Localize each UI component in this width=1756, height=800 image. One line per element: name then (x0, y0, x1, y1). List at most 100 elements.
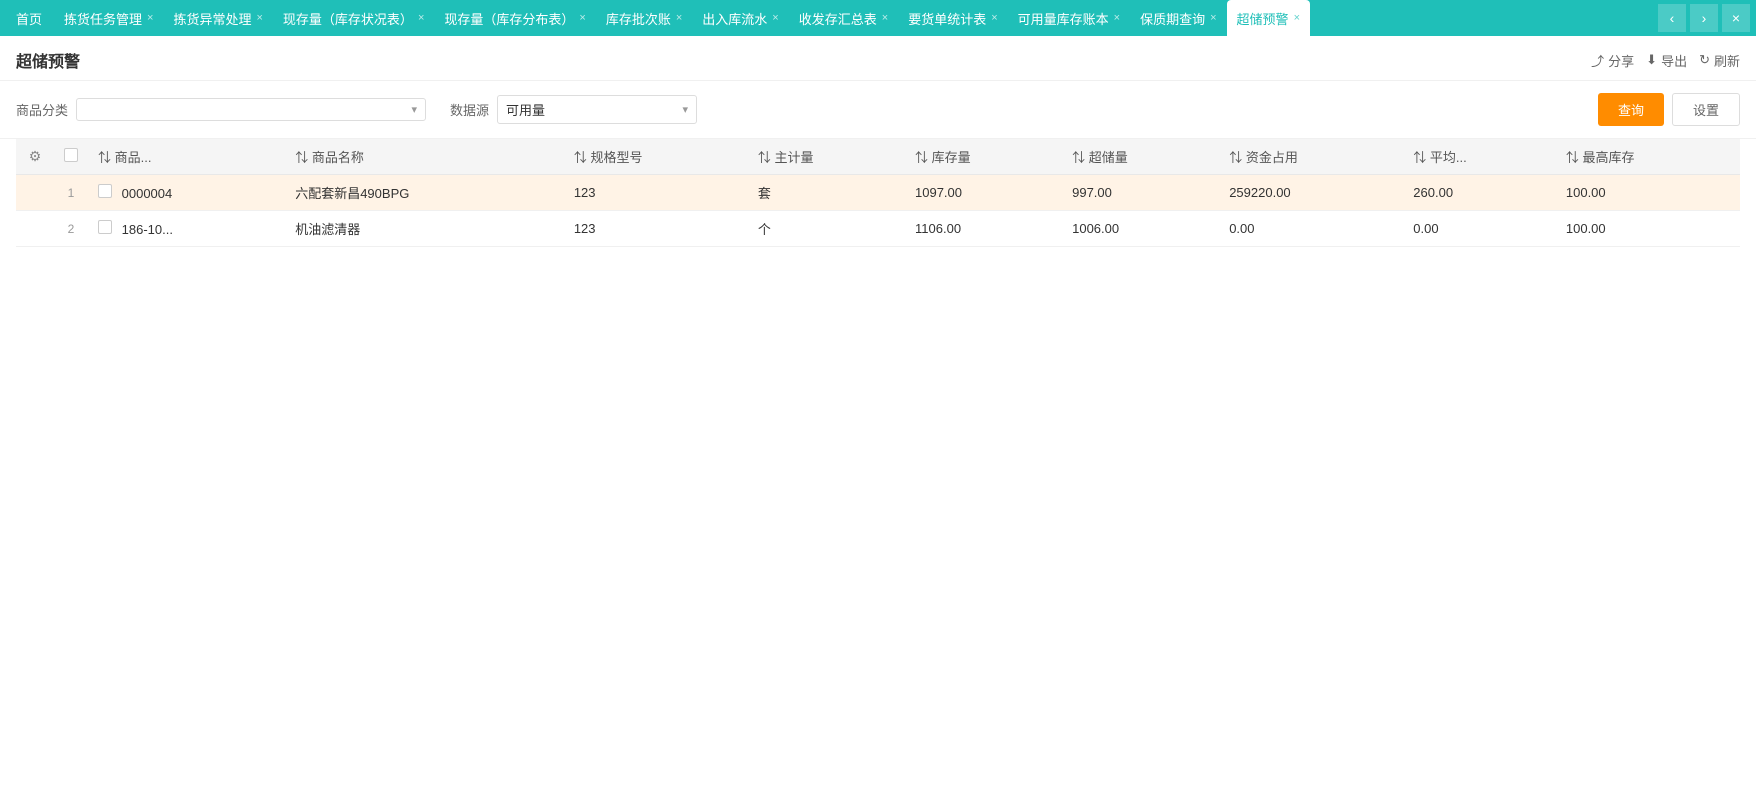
th-unit-sort: ⇅ (758, 150, 775, 165)
nav-tab-close-6[interactable]: × (882, 12, 888, 24)
row-checkbox-1: 186-10... (88, 211, 285, 247)
row-avg-0: 260.00 (1403, 175, 1556, 211)
nav-tab-close-1[interactable]: × (256, 12, 262, 24)
nav-tab-label-8: 可用量库存账本 (1018, 9, 1109, 28)
row-stock-0: 1097.00 (905, 175, 1062, 211)
nav-tab-close-2[interactable]: × (418, 12, 424, 24)
th-capital[interactable]: ⇅ 资金占用 (1219, 139, 1403, 175)
nav-tab-3[interactable]: 现存量（库存分布表） × (434, 0, 595, 36)
nav-arrow-left[interactable]: ‹ (1658, 4, 1686, 32)
nav-tab-label-1: 拣货异常处理 (173, 9, 251, 28)
table-header-row: ⚙ ⇅ 商品... ⇅ 商品名称 ⇅ 规格型号 ⇅ 主计量 (16, 139, 1740, 175)
row-checkbox-0: 0000004 (88, 175, 285, 211)
th-max-stock-sort: ⇅ (1566, 150, 1583, 165)
nav-tab-7[interactable]: 要货单统计表 × (898, 0, 1007, 36)
nav-tab-9[interactable]: 保质期查询 × (1130, 0, 1226, 36)
nav-tab-1[interactable]: 拣货异常处理 × (163, 0, 272, 36)
th-spec[interactable]: ⇅ 规格型号 (564, 139, 748, 175)
row-index-0: 1 (54, 175, 88, 211)
row-unit-0: 套 (748, 175, 905, 211)
th-max-stock[interactable]: ⇅ 最高库存 (1556, 139, 1740, 175)
row-spec-0: 123 (564, 175, 748, 211)
row-capital-0: 259220.00 (1219, 175, 1403, 211)
datasource-value: 可用量 (506, 100, 545, 119)
refresh-icon: ↻ (1699, 52, 1710, 68)
th-capital-sort: ⇅ (1229, 150, 1246, 165)
page-header: 超储预警 ⤴ 分享 ⬇ 导出 ↻ 刷新 (0, 36, 1756, 81)
nav-tab-close-0[interactable]: × (147, 12, 153, 24)
table-body: 1 0000004 六配套新昌490BPG 123 套 1097.00 997.… (16, 175, 1740, 247)
nav-tab-4[interactable]: 库存批次账 × (596, 0, 692, 36)
row-settings-0 (16, 175, 54, 211)
export-label: 导出 (1661, 51, 1687, 70)
th-product-name-sort: ⇅ (295, 150, 312, 165)
nav-tab-close-4[interactable]: × (676, 12, 682, 24)
settings-button[interactable]: 设置 (1672, 93, 1740, 126)
nav-tab-6[interactable]: 收发存汇总表 × (789, 0, 898, 36)
nav-arrow-right[interactable]: › (1690, 4, 1718, 32)
nav-tab-close-5[interactable]: × (772, 12, 778, 24)
row-product-name-0: 六配套新昌490BPG (285, 175, 564, 211)
th-product-code[interactable]: ⇅ 商品... (88, 139, 285, 175)
nav-tab-close-8[interactable]: × (1114, 12, 1120, 24)
export-button[interactable]: ⬇ 导出 (1646, 51, 1687, 70)
chevron-down-icon-2: ▾ (683, 103, 689, 116)
nav-tab-8[interactable]: 可用量库存账本 × (1008, 0, 1130, 36)
nav-tab-label-3: 现存量（库存分布表） (444, 9, 574, 28)
row-product-name-1: 机油滤清器 (285, 211, 564, 247)
query-button[interactable]: 查询 (1598, 93, 1664, 126)
nav-tab-0[interactable]: 拣货任务管理 × (54, 0, 163, 36)
share-label: 分享 (1608, 51, 1634, 70)
data-table: ⚙ ⇅ 商品... ⇅ 商品名称 ⇅ 规格型号 ⇅ 主计量 (16, 139, 1740, 247)
row-select-checkbox-1[interactable] (98, 220, 112, 234)
table-row: 2 186-10... 机油滤清器 123 个 1106.00 1006.00 … (16, 211, 1740, 247)
nav-tab-label-6: 收发存汇总表 (799, 9, 877, 28)
nav-tab-5[interactable]: 出入库流水 × (692, 0, 788, 36)
th-unit[interactable]: ⇅ 主计量 (748, 139, 905, 175)
nav-tab-2[interactable]: 现存量（库存状况表） × (273, 0, 434, 36)
row-spec-1: 123 (564, 211, 748, 247)
table-row: 1 0000004 六配套新昌490BPG 123 套 1097.00 997.… (16, 175, 1740, 211)
row-select-checkbox-0[interactable] (98, 184, 112, 198)
datasource-select[interactable]: 可用量 ▾ (497, 95, 697, 124)
row-overstock-1: 1006.00 (1062, 211, 1219, 247)
refresh-label: 刷新 (1714, 51, 1740, 70)
row-overstock-0: 997.00 (1062, 175, 1219, 211)
th-avg[interactable]: ⇅ 平均... (1403, 139, 1556, 175)
th-spec-sort: ⇅ (574, 150, 591, 165)
nav-tab-close-9[interactable]: × (1210, 12, 1216, 24)
row-index-1: 2 (54, 211, 88, 247)
share-button[interactable]: ⤴ 分享 (1591, 51, 1634, 70)
th-stock[interactable]: ⇅ 库存量 (905, 139, 1062, 175)
th-product-name[interactable]: ⇅ 商品名称 (285, 139, 564, 175)
row-capital-1: 0.00 (1219, 211, 1403, 247)
category-select[interactable]: ▾ (76, 98, 426, 121)
refresh-button[interactable]: ↻ 刷新 (1699, 51, 1740, 70)
nav-tab-label-4: 库存批次账 (606, 9, 671, 28)
nav-tab-label-7: 要货单统计表 (908, 9, 986, 28)
share-icon: ⤴ (1591, 51, 1604, 70)
select-all-checkbox[interactable] (64, 148, 78, 162)
nav-tab-label-10: 超储预警 (1237, 9, 1289, 28)
datasource-label: 数据源 (450, 100, 489, 119)
nav-tab-10[interactable]: 超储预警 × (1227, 0, 1310, 36)
page-title: 超储预警 (16, 48, 80, 72)
filter-action-buttons: 查询 设置 (1598, 93, 1740, 126)
th-overstock[interactable]: ⇅ 超储量 (1062, 139, 1219, 175)
th-stock-sort: ⇅ (915, 150, 932, 165)
nav-tab-label-5: 出入库流水 (702, 9, 767, 28)
nav-tab-label-2: 现存量（库存状况表） (283, 9, 413, 28)
nav-tab-close-3[interactable]: × (579, 12, 585, 24)
nav-tab-close-7[interactable]: × (991, 12, 997, 24)
nav-tab-close-10[interactable]: × (1294, 12, 1300, 24)
export-icon: ⬇ (1646, 52, 1657, 68)
chevron-down-icon: ▾ (411, 103, 417, 116)
category-label: 商品分类 (16, 100, 68, 119)
nav-tab-label-0: 拣货任务管理 (64, 9, 142, 28)
category-filter: 商品分类 ▾ (16, 98, 426, 121)
nav-home[interactable]: 首页 (4, 0, 54, 36)
th-settings: ⚙ (16, 139, 54, 175)
datasource-filter: 数据源 可用量 ▾ (450, 95, 697, 124)
gear-icon[interactable]: ⚙ (26, 148, 44, 166)
nav-arrow-close[interactable]: × (1722, 4, 1750, 32)
